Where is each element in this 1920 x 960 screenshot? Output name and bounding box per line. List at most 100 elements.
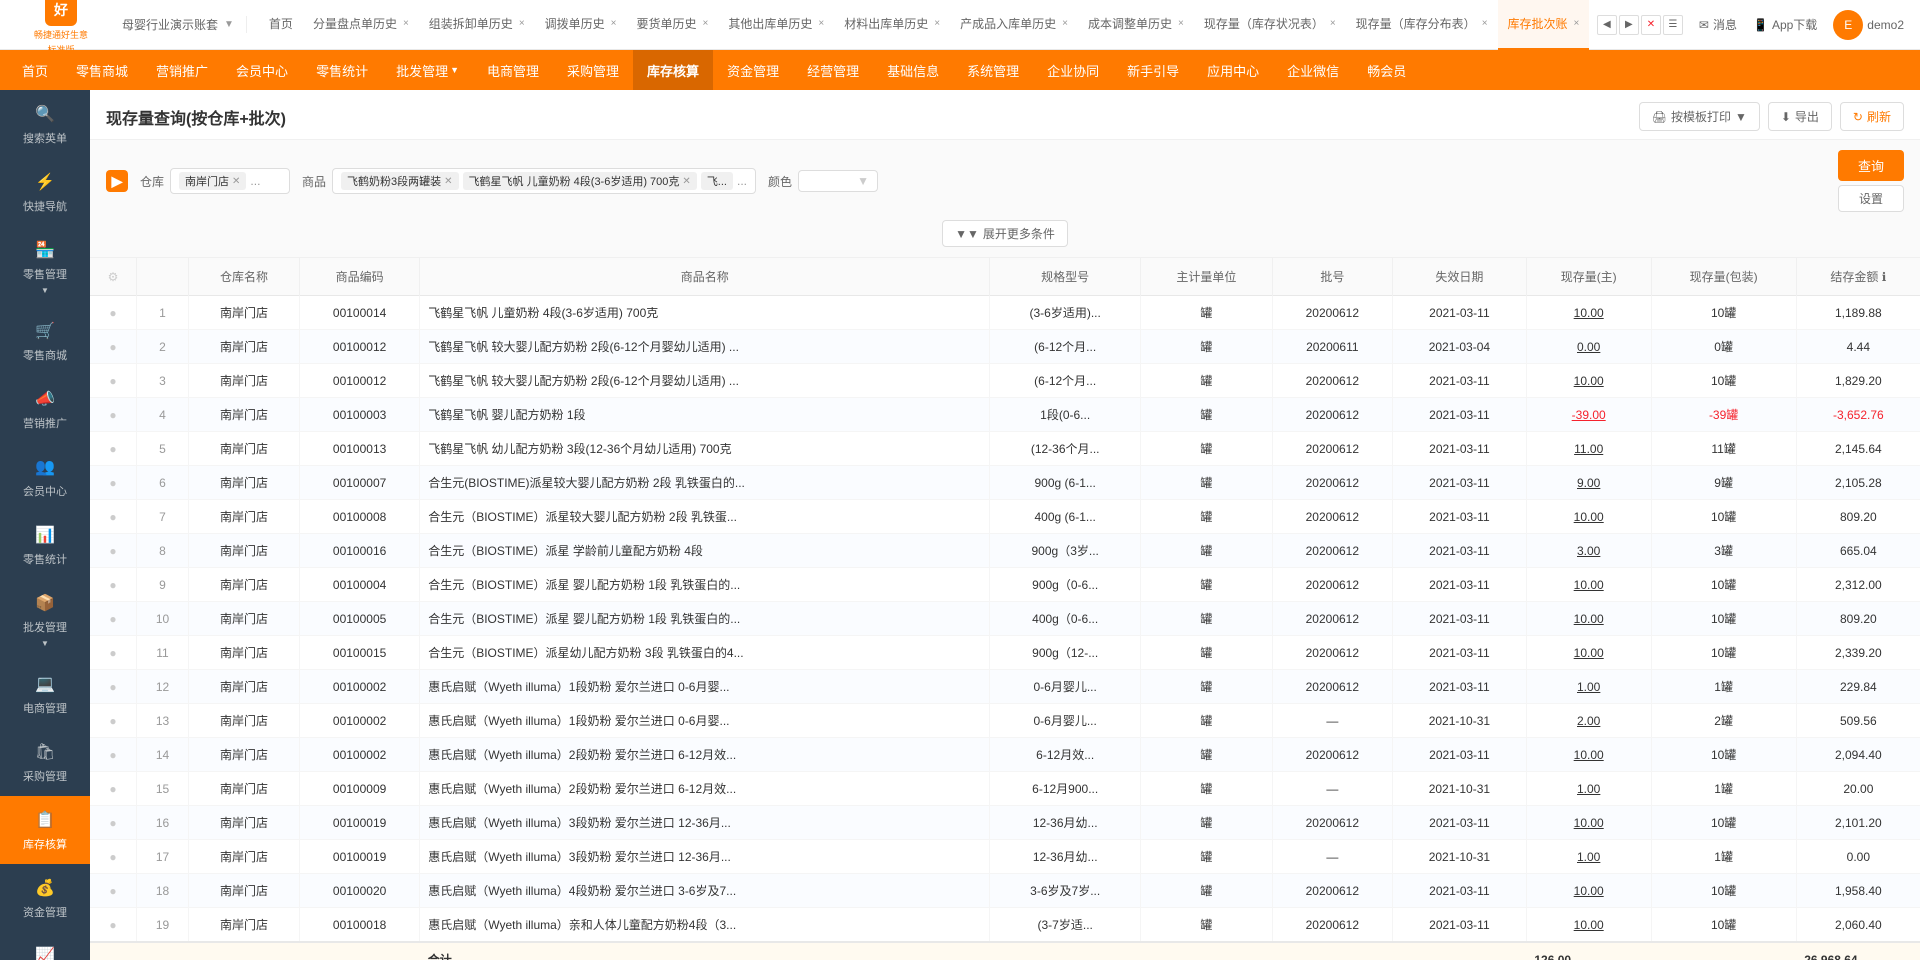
row-gear-icon[interactable]: ● xyxy=(109,476,116,490)
tab-close-icon[interactable]: × xyxy=(611,18,617,29)
second-nav-item[interactable]: 新手引导 xyxy=(1113,50,1193,90)
row-gear-icon[interactable]: ● xyxy=(109,374,116,388)
row-settings[interactable]: ● xyxy=(90,874,137,908)
tab-close-icon[interactable]: × xyxy=(1330,18,1336,29)
row-stock-main[interactable]: 10.00 xyxy=(1526,874,1651,908)
sidebar-item[interactable]: 📦 批发管理 ▼ xyxy=(0,579,90,660)
sidebar-item[interactable]: 💻 电商管理 xyxy=(0,660,90,728)
second-nav-item[interactable]: 基础信息 xyxy=(873,50,953,90)
top-nav-tab[interactable]: 调拨单历史× xyxy=(535,0,627,50)
print-btn[interactable]: 🖨 按模板打印 ▼ xyxy=(1639,102,1760,131)
warehouse-tag-remove[interactable]: ✕ xyxy=(232,176,240,187)
row-gear-icon[interactable]: ● xyxy=(109,340,116,354)
sidebar-item[interactable]: 📋 库存核算 xyxy=(0,796,90,864)
second-nav-item[interactable]: 库存核算 xyxy=(633,50,713,90)
export-btn[interactable]: ⬇ 导出 xyxy=(1768,102,1832,131)
row-gear-icon[interactable]: ● xyxy=(109,510,116,524)
sidebar-item[interactable]: 📣 营销推广 xyxy=(0,375,90,443)
second-nav-item[interactable]: 资金管理 xyxy=(713,50,793,90)
top-nav-tab[interactable]: 首页 xyxy=(259,0,303,50)
tab-close-icon[interactable]: × xyxy=(1178,18,1184,29)
settings-gear-icon[interactable]: ⚙ xyxy=(108,270,119,284)
tab-close-icon[interactable]: × xyxy=(403,18,409,29)
warehouse-input-group[interactable]: 南岸门店 ✕ ... xyxy=(170,168,290,194)
user-profile[interactable]: E demo2 xyxy=(1833,10,1904,40)
row-settings[interactable]: ● xyxy=(90,840,137,874)
second-nav-item[interactable]: 会员中心 xyxy=(222,50,302,90)
top-nav-tab[interactable]: 要货单历史× xyxy=(627,0,719,50)
sidebar-item[interactable]: 🏪 零售管理 ▼ xyxy=(0,226,90,307)
row-gear-icon[interactable]: ● xyxy=(109,442,116,456)
row-settings[interactable]: ● xyxy=(90,364,137,398)
second-nav-item[interactable]: 营销推广 xyxy=(142,50,222,90)
second-nav-item[interactable]: 批发管理▼ xyxy=(382,50,473,90)
tab-close-icon[interactable]: × xyxy=(519,18,525,29)
product-dots[interactable]: ... xyxy=(737,174,747,188)
row-gear-icon[interactable]: ● xyxy=(109,578,116,592)
second-nav-item[interactable]: 零售商城 xyxy=(62,50,142,90)
second-nav-item[interactable]: 经营管理 xyxy=(793,50,873,90)
row-settings[interactable]: ● xyxy=(90,296,137,330)
row-gear-icon[interactable]: ● xyxy=(109,306,116,320)
row-stock-main[interactable]: 10.00 xyxy=(1526,568,1651,602)
row-settings[interactable]: ● xyxy=(90,432,137,466)
second-nav-item[interactable]: 电商管理 xyxy=(473,50,553,90)
top-nav-tab[interactable]: 库存批次账× xyxy=(1498,0,1590,50)
product-tag-2-remove[interactable]: ✕ xyxy=(682,176,690,187)
row-stock-main[interactable]: 10.00 xyxy=(1526,738,1651,772)
industry-dropdown-arrow[interactable]: ▼ xyxy=(224,19,234,30)
row-stock-main[interactable]: 10.00 xyxy=(1526,602,1651,636)
sidebar-item[interactable]: 📊 零售统计 xyxy=(0,511,90,579)
second-nav-item[interactable]: 零售统计 xyxy=(302,50,382,90)
top-nav-tab[interactable]: 组装拆卸单历史× xyxy=(419,0,535,50)
row-settings[interactable]: ● xyxy=(90,636,137,670)
row-stock-main[interactable]: 10.00 xyxy=(1526,500,1651,534)
top-nav-tab[interactable]: 材料出库单历史× xyxy=(834,0,950,50)
second-nav-item[interactable]: 应用中心 xyxy=(1193,50,1273,90)
product-tag-1-remove[interactable]: ✕ xyxy=(444,176,452,187)
tab-menu-btn[interactable]: ☰ xyxy=(1663,15,1683,35)
industry-dropdown[interactable]: 母婴行业演示账套 xyxy=(122,16,218,33)
sidebar-item[interactable]: 🛒 零售商城 xyxy=(0,307,90,375)
row-settings[interactable]: ● xyxy=(90,466,137,500)
sidebar-item[interactable]: 📈 经营管理 xyxy=(0,932,90,960)
sidebar-item[interactable]: 🛍 采购管理 xyxy=(0,728,90,796)
row-gear-icon[interactable]: ● xyxy=(109,680,116,694)
row-settings[interactable]: ● xyxy=(90,670,137,704)
row-stock-main[interactable]: 9.00 xyxy=(1526,466,1651,500)
more-conditions-btn[interactable]: ▼▼ 展开更多条件 xyxy=(942,220,1068,247)
refresh-btn[interactable]: ↻ 刷新 xyxy=(1840,102,1904,131)
top-nav-tab[interactable]: 现存量（库存状况表）× xyxy=(1194,0,1346,50)
row-stock-main[interactable]: 1.00 xyxy=(1526,840,1651,874)
row-gear-icon[interactable]: ● xyxy=(109,646,116,660)
second-nav-item[interactable]: 采购管理 xyxy=(553,50,633,90)
second-nav-item[interactable]: 企业协同 xyxy=(1033,50,1113,90)
tab-close-icon[interactable]: × xyxy=(703,18,709,29)
row-gear-icon[interactable]: ● xyxy=(109,782,116,796)
row-stock-main[interactable]: 3.00 xyxy=(1526,534,1651,568)
second-nav-item[interactable]: 畅会员 xyxy=(1353,50,1420,90)
message-btn[interactable]: ✉ 消息 xyxy=(1699,16,1737,33)
filter-expand-btn[interactable]: ▶ xyxy=(106,170,128,192)
row-settings[interactable]: ● xyxy=(90,602,137,636)
row-stock-main[interactable]: 1.00 xyxy=(1526,670,1651,704)
product-input-group[interactable]: 飞鹤奶粉3段两罐装 ✕ 飞鹤星飞帆 儿童奶粉 4段(3-6岁适用) 700克 ✕… xyxy=(332,168,756,194)
row-stock-main[interactable]: 2.00 xyxy=(1526,704,1651,738)
row-settings[interactable]: ● xyxy=(90,330,137,364)
top-nav-tab[interactable]: 现存量（库存分布表）× xyxy=(1346,0,1498,50)
sidebar-item[interactable]: 👥 会员中心 xyxy=(0,443,90,511)
search-btn[interactable]: 查询 xyxy=(1838,150,1904,181)
tab-close-btn[interactable]: ✕ xyxy=(1641,15,1661,35)
color-input-group[interactable]: ▼ xyxy=(798,170,878,192)
row-stock-main[interactable]: 10.00 xyxy=(1526,636,1651,670)
row-stock-main[interactable]: -39.00 xyxy=(1526,398,1651,432)
row-gear-icon[interactable]: ● xyxy=(109,714,116,728)
row-stock-main[interactable]: 11.00 xyxy=(1526,432,1651,466)
top-nav-tab[interactable]: 产成品入库单历史× xyxy=(950,0,1078,50)
row-settings[interactable]: ● xyxy=(90,738,137,772)
tab-close-icon[interactable]: × xyxy=(1062,18,1068,29)
tab-close-icon[interactable]: × xyxy=(1574,18,1580,29)
row-settings[interactable]: ● xyxy=(90,534,137,568)
tab-prev-btn[interactable]: ◀ xyxy=(1597,15,1617,35)
row-settings[interactable]: ● xyxy=(90,772,137,806)
